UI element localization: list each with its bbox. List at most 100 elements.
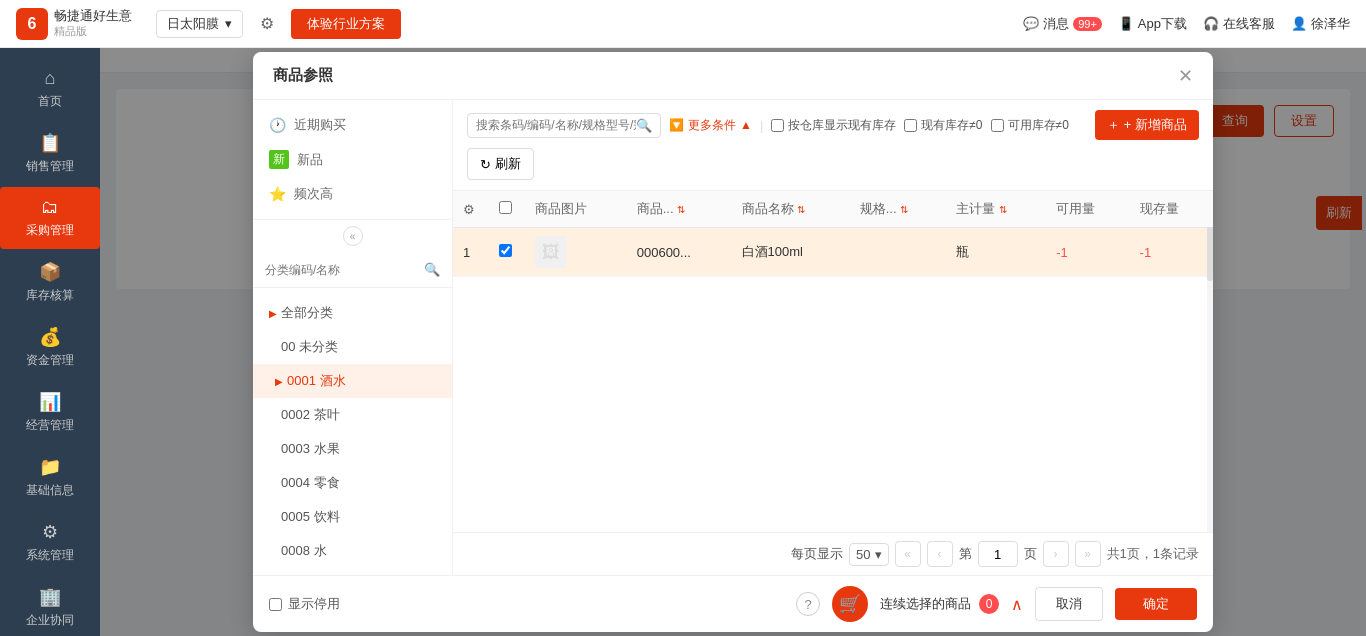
sidebar-item-system[interactable]: ⚙ 系统管理 [0,511,100,574]
per-page-dropdown-icon: ▾ [875,547,882,562]
modal-header: 商品参照 ✕ [253,52,1213,100]
category-item-0005[interactable]: 0005 饮料 [253,500,452,534]
confirm-btn[interactable]: 确定 [1115,588,1197,620]
col-settings[interactable]: ⚙ [453,191,489,228]
sidebar-item-home[interactable]: ⌂ 首页 [0,58,100,120]
col-code[interactable]: 商品... ⇅ [627,191,732,228]
sort-icon-name: ⇅ [797,204,805,215]
page-input[interactable] [978,541,1018,567]
user-area[interactable]: 👤 徐泽华 [1291,15,1350,33]
next-page-btn[interactable]: › [1043,541,1069,567]
sidebar: ⌂ 首页 📋 销售管理 🗂 采购管理 📦 库存核算 💰 资金管理 📊 经营管理 … [0,48,100,636]
quick-label-frequent: 频次高 [294,185,333,203]
checkbox-label-warehouse[interactable]: 按仓库显示现有库存 [771,117,896,134]
first-page-btn[interactable]: « [895,541,921,567]
quick-item-frequent[interactable]: ⭐ 频次高 [253,177,452,211]
modal-toolbar: 🔍 🔽 更多条件 ▲ | 按仓库显示现有库存 [453,100,1213,191]
category-item-all[interactable]: ▶ 全部分类 [253,296,452,330]
category-label-all: 全部分类 [281,304,333,322]
add-product-btn[interactable]: ＋ + 新增商品 [1095,110,1199,140]
category-item-0008[interactable]: 0008 水 [253,534,452,568]
scrollbar-track[interactable] [1207,191,1213,532]
app-icon: 📱 [1118,16,1134,31]
checkbox-label-available-nonzero[interactable]: 可用库存≠0 [991,117,1069,134]
message-badge: 99+ [1073,17,1102,31]
prev-page-btn[interactable]: ‹ [927,541,953,567]
checkbox-available-nonzero[interactable] [991,119,1004,132]
category-search-input[interactable] [265,263,418,277]
sidebar-item-finance[interactable]: 💰 资金管理 [0,316,100,379]
sidebar-item-purchase[interactable]: 🗂 采购管理 [0,187,100,249]
expand-icon[interactable]: ∧ [1011,595,1023,614]
col-name-label: 商品名称 [742,201,794,216]
sidebar-item-enterprise[interactable]: 🏢 企业协同 [0,576,100,636]
category-item-00[interactable]: 00 未分类 [253,330,452,364]
quick-item-new[interactable]: 新 新品 [253,142,452,177]
show-disabled-checkbox-label[interactable]: 显示停用 [269,595,340,613]
sidebar-item-sales[interactable]: 📋 销售管理 [0,122,100,185]
modal-table-wrap: ⚙ 商品图片 商品... ⇅ 商品名称 [453,191,1213,532]
cancel-btn[interactable]: 取消 [1035,587,1103,621]
page-unit: 页 [1024,545,1037,563]
checkbox-label-stock-nonzero[interactable]: 现有库存≠0 [904,117,982,134]
add-btn-label: + 新增商品 [1124,116,1187,134]
category-item-0003[interactable]: 0003 水果 [253,432,452,466]
logo-sub: 精品版 [54,24,132,39]
product-search-input[interactable] [476,118,636,132]
category-item-0010[interactable]: 0010 家电 [253,568,452,575]
table-row[interactable]: 1 🖼 000600... 白酒100ml [453,228,1213,277]
category-item-0001[interactable]: ▶ 0001 酒水 [253,364,452,398]
show-disabled-checkbox[interactable] [269,598,282,611]
category-item-0002[interactable]: 0002 茶叶 [253,398,452,432]
sidebar-item-basic[interactable]: 📁 基础信息 [0,446,100,509]
category-search-icon[interactable]: 🔍 [424,262,440,277]
home-icon: ⌂ [45,68,56,89]
filter-btn[interactable]: 🔽 更多条件 ▲ [669,117,752,134]
store-selector[interactable]: 日太阳膜 ▾ [156,10,243,38]
product-reference-modal: 商品参照 ✕ 🕐 近期购买 新 [253,52,1213,632]
product-search-box: 🔍 [467,113,661,138]
modal-pagination: 每页显示 50 ▾ « ‹ 第 页 › » 共1页 [453,532,1213,575]
cell-image: 🖼 [525,228,627,277]
col-name[interactable]: 商品名称 ⇅ [732,191,850,228]
select-all-checkbox[interactable] [499,201,512,214]
selected-products-area: 连续选择的商品 0 [880,594,999,614]
col-unit[interactable]: 主计量 ⇅ [946,191,1046,228]
message-btn[interactable]: 💬 消息 99+ [1023,15,1102,33]
category-item-0004[interactable]: 0004 零食 [253,466,452,500]
system-icon: ⚙ [42,521,58,543]
gear-icon[interactable]: ⚙ [251,8,283,40]
selected-count: 0 [986,597,993,611]
collapse-left-btn[interactable]: « [343,226,363,246]
inventory-icon: 📦 [39,261,61,283]
sidebar-label-purchase: 采购管理 [26,222,74,239]
checkbox-warehouse[interactable] [771,119,784,132]
row-checkbox[interactable] [499,244,512,257]
help-btn[interactable]: ? [796,592,820,616]
sidebar-label-finance: 资金管理 [26,352,74,369]
cell-stock: -1 [1130,228,1213,277]
modal-footer: 显示停用 ? 🛒 连续选择的商品 0 ∧ [253,575,1213,632]
expand-icon: ▶ [269,308,277,319]
refresh-btn[interactable]: ↻ 刷新 [467,148,534,180]
expand-icon-0001: ▶ [275,376,283,387]
per-page-select[interactable]: 50 ▾ [849,543,888,566]
close-icon[interactable]: ✕ [1178,67,1193,85]
cart-btn[interactable]: 🛒 [832,586,868,622]
category-label-00: 00 未分类 [281,338,338,356]
last-page-btn[interactable]: » [1075,541,1101,567]
sidebar-item-inventory[interactable]: 📦 库存核算 [0,251,100,314]
checkbox-stock-nonzero[interactable] [904,119,917,132]
purchase-icon: 🗂 [41,197,59,218]
logo-area: 6 畅捷通好生意 精品版 [16,8,136,40]
app-download-btn[interactable]: 📱 App下载 [1118,15,1187,33]
quick-item-recent[interactable]: 🕐 近期购买 [253,108,452,142]
sidebar-item-operations[interactable]: 📊 经营管理 [0,381,100,444]
modal-body: 🕐 近期购买 新 新品 ⭐ 频次高 [253,100,1213,575]
col-unit-label: 主计量 [956,201,995,216]
experience-btn[interactable]: 体验行业方案 [291,9,401,39]
logo-icon: 6 [16,8,48,40]
online-service-btn[interactable]: 🎧 在线客服 [1203,15,1275,33]
col-spec[interactable]: 规格... ⇅ [850,191,947,228]
search-icon[interactable]: 🔍 [636,118,652,133]
